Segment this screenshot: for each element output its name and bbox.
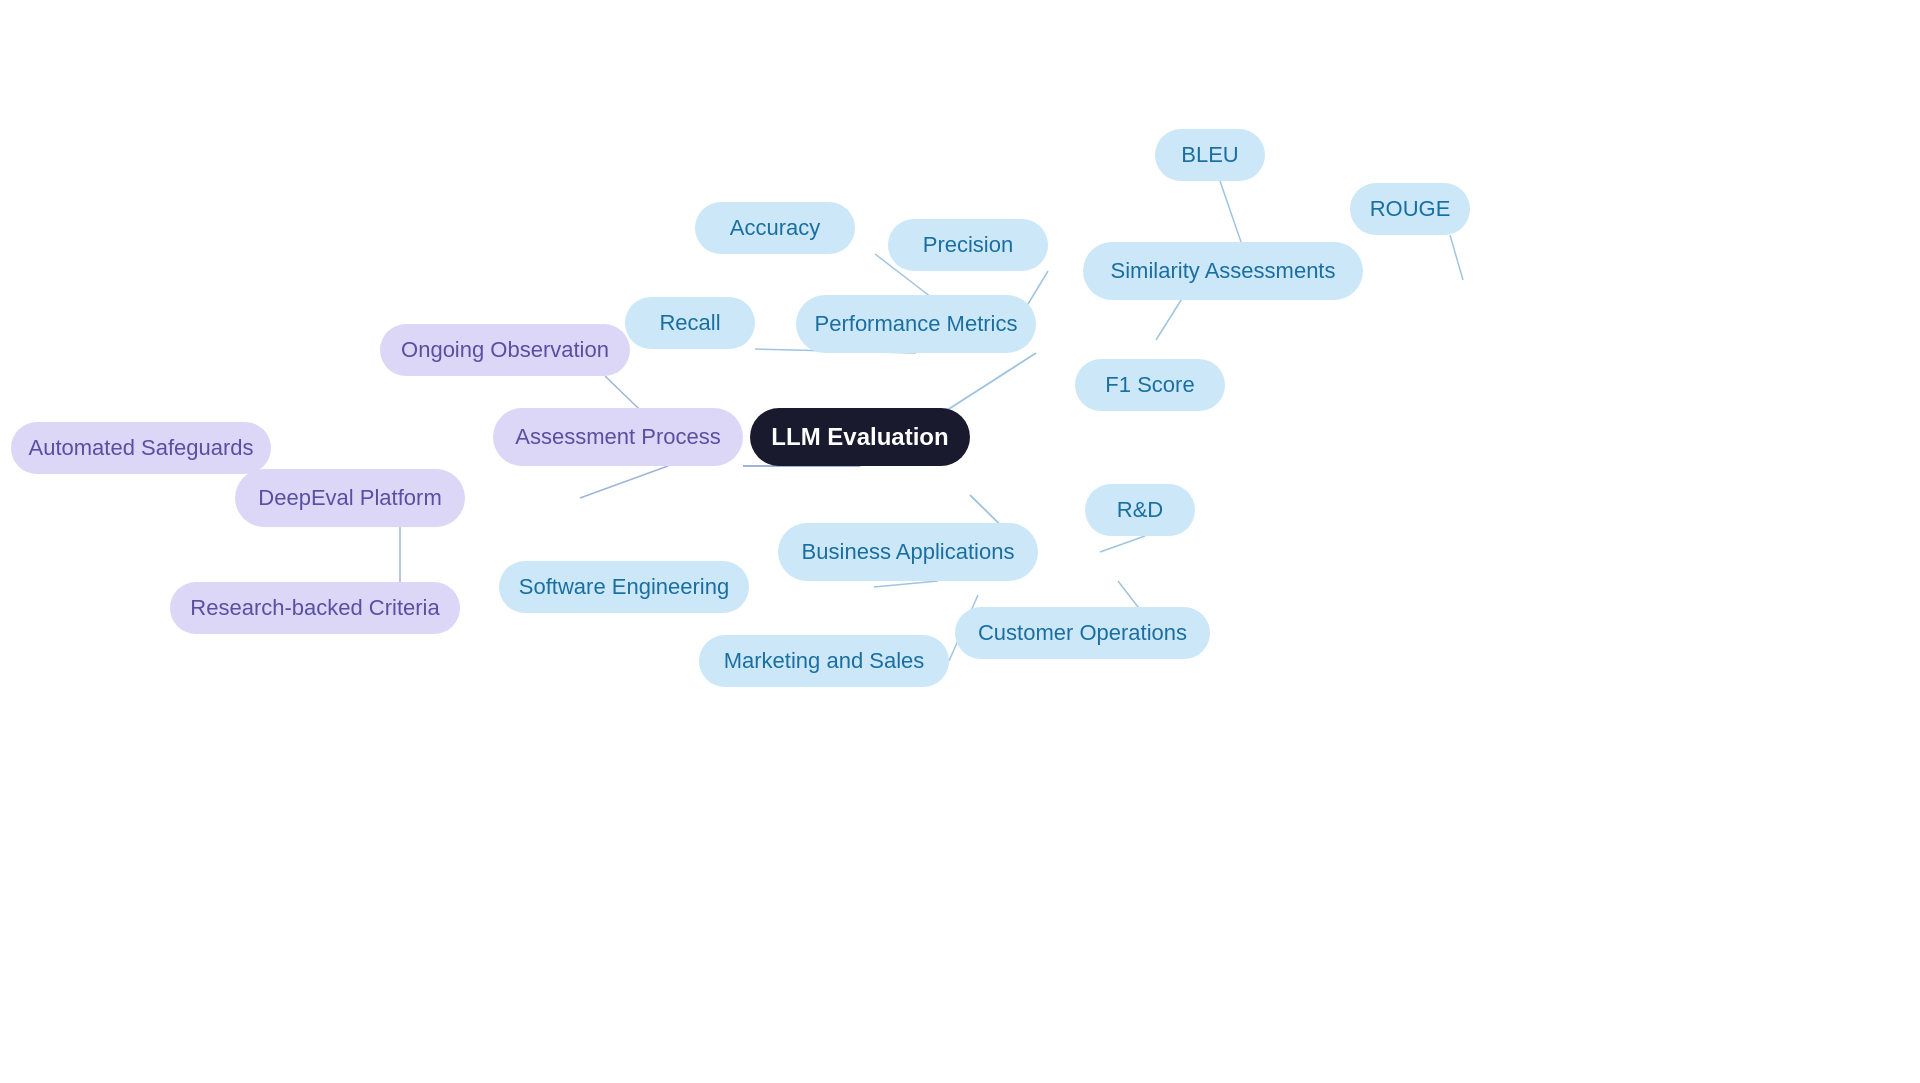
customer-operations-node[interactable]: Customer Operations [955,607,1210,659]
svg-line-11 [580,466,668,498]
business-applications-node[interactable]: Business Applications [778,523,1038,581]
assessment-process-node[interactable]: Assessment Process [493,408,743,466]
accuracy-node[interactable]: Accuracy [695,202,855,254]
svg-line-17 [1100,536,1145,552]
recall-node[interactable]: Recall [625,297,755,349]
deepeval-platform-node[interactable]: DeepEval Platform [235,469,465,527]
svg-line-6 [1156,297,1183,340]
f1-score-node[interactable]: F1 Score [1075,359,1225,411]
marketing-sales-node[interactable]: Marketing and Sales [699,635,949,687]
ongoing-observation-node[interactable]: Ongoing Observation [380,324,630,376]
svg-line-9 [1450,235,1463,280]
bleu-node[interactable]: BLEU [1155,129,1265,181]
automated-safeguards-node[interactable]: Automated Safeguards [11,422,271,474]
precision-node[interactable]: Precision [888,219,1048,271]
performance-metrics-node[interactable]: Performance Metrics [796,295,1036,353]
similarity-assessments-node[interactable]: Similarity Assessments [1083,242,1363,300]
research-backed-criteria-node[interactable]: Research-backed Criteria [170,582,460,634]
rd-node[interactable]: R&D [1085,484,1195,536]
center-node[interactable]: LLM Evaluation [750,408,970,466]
software-engineering-node[interactable]: Software Engineering [499,561,749,613]
svg-line-14 [874,581,938,587]
rouge-node[interactable]: ROUGE [1350,183,1470,235]
